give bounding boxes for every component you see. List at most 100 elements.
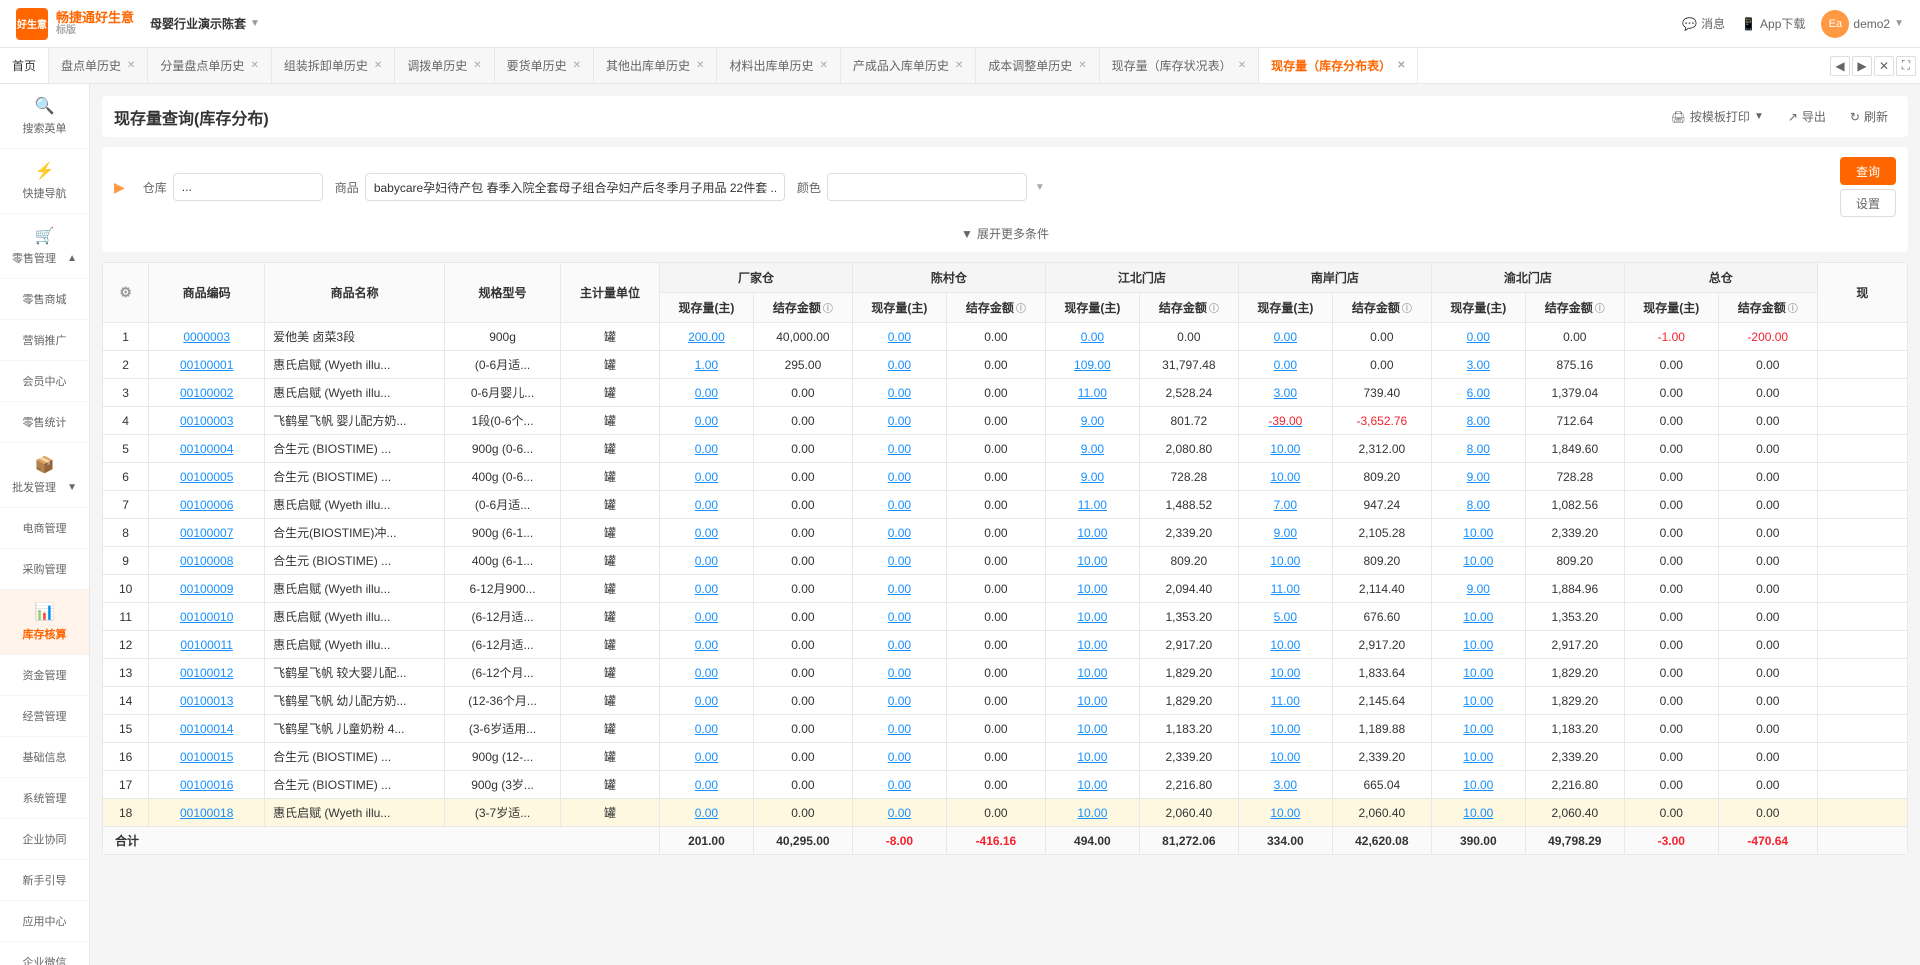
cell-jb-qty[interactable]: 9.00 bbox=[1045, 407, 1139, 435]
sidebar-item-corp[interactable]: 企业协同 bbox=[0, 819, 89, 860]
sidebar-item-base[interactable]: 基础信息 bbox=[0, 737, 89, 778]
sidebar-item-member[interactable]: 会员中心 bbox=[0, 361, 89, 402]
cell-chenjia-qty[interactable]: 0.00 bbox=[852, 659, 946, 687]
cell-code[interactable]: 00100005 bbox=[149, 463, 265, 491]
cell-qb-qty[interactable]: 3.00 bbox=[1431, 351, 1525, 379]
cell-nan-qty[interactable]: 10.00 bbox=[1238, 547, 1332, 575]
cell-factory-qty[interactable]: 0.00 bbox=[659, 463, 753, 491]
cell-code[interactable]: 00100009 bbox=[149, 575, 265, 603]
user-menu[interactable]: Ea demo2 ▼ bbox=[1821, 10, 1904, 38]
cell-code[interactable]: 00100007 bbox=[149, 519, 265, 547]
cell-chenjia-qty[interactable]: 0.00 bbox=[852, 547, 946, 575]
cell-chenjia-qty[interactable]: 0.00 bbox=[852, 491, 946, 519]
tab-costadjust[interactable]: 成本调整单历史 ✕ bbox=[976, 48, 1099, 83]
cell-factory-qty[interactable]: 1.00 bbox=[659, 351, 753, 379]
cell-qb-qty[interactable]: 8.00 bbox=[1431, 407, 1525, 435]
cell-qb-qty[interactable]: 10.00 bbox=[1431, 547, 1525, 575]
cell-chenjia-qty[interactable]: 0.00 bbox=[852, 575, 946, 603]
sidebar-item-ops[interactable]: 经营管理 bbox=[0, 696, 89, 737]
cell-jb-qty[interactable]: 10.00 bbox=[1045, 631, 1139, 659]
cell-code[interactable]: 00100012 bbox=[149, 659, 265, 687]
tab-close-assembly[interactable]: ✕ bbox=[374, 60, 382, 71]
sidebar-item-finance[interactable]: 资金管理 bbox=[0, 655, 89, 696]
cell-code[interactable]: 00100018 bbox=[149, 799, 265, 827]
sidebar-item-retail[interactable]: 🛒 零售管理 ▲ bbox=[0, 214, 89, 279]
cell-chenjia-qty[interactable]: 0.00 bbox=[852, 771, 946, 799]
cell-nan-qty[interactable]: 11.00 bbox=[1238, 687, 1332, 715]
print-btn[interactable]: 🖨 按模板打印 ▼ bbox=[1663, 104, 1772, 129]
cell-qb-qty[interactable]: 10.00 bbox=[1431, 519, 1525, 547]
cell-code[interactable]: 00100014 bbox=[149, 715, 265, 743]
cell-factory-qty[interactable]: 0.00 bbox=[659, 491, 753, 519]
cell-jb-qty[interactable]: 10.00 bbox=[1045, 547, 1139, 575]
cell-nan-qty[interactable]: 10.00 bbox=[1238, 743, 1332, 771]
cell-chenjia-qty[interactable]: 0.00 bbox=[852, 323, 946, 351]
sidebar-item-sys[interactable]: 系统管理 bbox=[0, 778, 89, 819]
cell-nan-qty[interactable]: 3.00 bbox=[1238, 379, 1332, 407]
cell-nan-qty[interactable]: 11.00 bbox=[1238, 575, 1332, 603]
cell-qb-qty[interactable]: 10.00 bbox=[1431, 659, 1525, 687]
cell-chenjia-qty[interactable]: 0.00 bbox=[852, 463, 946, 491]
cell-factory-qty[interactable]: 0.00 bbox=[659, 687, 753, 715]
cell-nan-qty[interactable]: 10.00 bbox=[1238, 631, 1332, 659]
cell-qb-qty[interactable]: 10.00 bbox=[1431, 631, 1525, 659]
cell-qb-qty[interactable]: 10.00 bbox=[1431, 603, 1525, 631]
sidebar-item-ecom[interactable]: 电商管理 bbox=[0, 508, 89, 549]
cell-chenjia-qty[interactable]: 0.00 bbox=[852, 799, 946, 827]
tab-close-all-btn[interactable]: ✕ bbox=[1874, 56, 1894, 76]
cell-code[interactable]: 00100006 bbox=[149, 491, 265, 519]
cell-code[interactable]: 00100011 bbox=[149, 631, 265, 659]
tab-close-materialout[interactable]: ✕ bbox=[819, 60, 827, 71]
cell-nan-qty[interactable]: 0.00 bbox=[1238, 323, 1332, 351]
tab-close-stocklist2[interactable]: ✕ bbox=[250, 60, 258, 71]
cell-chenjia-qty[interactable]: 0.00 bbox=[852, 435, 946, 463]
cell-qb-qty[interactable]: 10.00 bbox=[1431, 743, 1525, 771]
tab-assembly[interactable]: 组装拆卸单历史 ✕ bbox=[272, 48, 395, 83]
cell-nan-qty[interactable]: 10.00 bbox=[1238, 715, 1332, 743]
goods-input[interactable] bbox=[365, 173, 785, 201]
tab-home[interactable]: 首页 bbox=[0, 48, 49, 83]
cell-nan-qty[interactable]: 9.00 bbox=[1238, 519, 1332, 547]
cell-factory-qty[interactable]: 0.00 bbox=[659, 547, 753, 575]
cell-jb-qty[interactable]: 10.00 bbox=[1045, 743, 1139, 771]
cell-chenjia-qty[interactable]: 0.00 bbox=[852, 379, 946, 407]
cell-factory-qty[interactable]: 0.00 bbox=[659, 771, 753, 799]
cell-nan-qty[interactable]: 3.00 bbox=[1238, 771, 1332, 799]
export-btn[interactable]: ↗ 导出 bbox=[1780, 104, 1834, 129]
cell-qb-qty[interactable]: 9.00 bbox=[1431, 575, 1525, 603]
cell-jb-qty[interactable]: 10.00 bbox=[1045, 771, 1139, 799]
cell-factory-qty[interactable]: 0.00 bbox=[659, 519, 753, 547]
cell-nan-qty[interactable]: 10.00 bbox=[1238, 435, 1332, 463]
tab-close-production[interactable]: ✕ bbox=[955, 60, 963, 71]
cell-chenjia-qty[interactable]: 0.00 bbox=[852, 715, 946, 743]
cell-factory-qty[interactable]: 0.00 bbox=[659, 407, 753, 435]
cell-code[interactable]: 00100003 bbox=[149, 407, 265, 435]
cell-code[interactable]: 00100002 bbox=[149, 379, 265, 407]
cell-chenjia-qty[interactable]: 0.00 bbox=[852, 407, 946, 435]
cell-jb-qty[interactable]: 11.00 bbox=[1045, 379, 1139, 407]
sidebar-item-purchase[interactable]: 采购管理 bbox=[0, 549, 89, 590]
tab-inventory1[interactable]: 现存量（库存状况表） ✕ bbox=[1100, 48, 1259, 83]
tab-materialout[interactable]: 材料出库单历史 ✕ bbox=[717, 48, 840, 83]
cell-chenjia-qty[interactable]: 0.00 bbox=[852, 687, 946, 715]
tab-prev-btn[interactable]: ◀ bbox=[1830, 56, 1850, 76]
tab-close-otherout[interactable]: ✕ bbox=[696, 60, 704, 71]
setting-btn[interactable]: 设置 bbox=[1840, 189, 1896, 217]
cell-qb-qty[interactable]: 10.00 bbox=[1431, 771, 1525, 799]
expand-arrow-icon[interactable]: ▶ bbox=[114, 179, 125, 196]
tab-close-costadjust[interactable]: ✕ bbox=[1078, 60, 1086, 71]
sidebar-item-wechat[interactable]: 企业微信 bbox=[0, 942, 89, 965]
cell-jb-qty[interactable]: 0.00 bbox=[1045, 323, 1139, 351]
cell-factory-qty[interactable]: 0.00 bbox=[659, 603, 753, 631]
cell-factory-qty[interactable]: 0.00 bbox=[659, 379, 753, 407]
tab-otherout[interactable]: 其他出库单历史 ✕ bbox=[594, 48, 717, 83]
cell-code[interactable]: 00100001 bbox=[149, 351, 265, 379]
cell-nan-qty[interactable]: 10.00 bbox=[1238, 659, 1332, 687]
cell-code[interactable]: 0000003 bbox=[149, 323, 265, 351]
cell-nan-qty[interactable]: 5.00 bbox=[1238, 603, 1332, 631]
tab-stocklist2[interactable]: 分量盘点单历史 ✕ bbox=[148, 48, 271, 83]
cell-code[interactable]: 00100015 bbox=[149, 743, 265, 771]
cell-chenjia-qty[interactable]: 0.00 bbox=[852, 603, 946, 631]
cell-jb-qty[interactable]: 10.00 bbox=[1045, 659, 1139, 687]
warehouse-input[interactable] bbox=[173, 173, 323, 201]
